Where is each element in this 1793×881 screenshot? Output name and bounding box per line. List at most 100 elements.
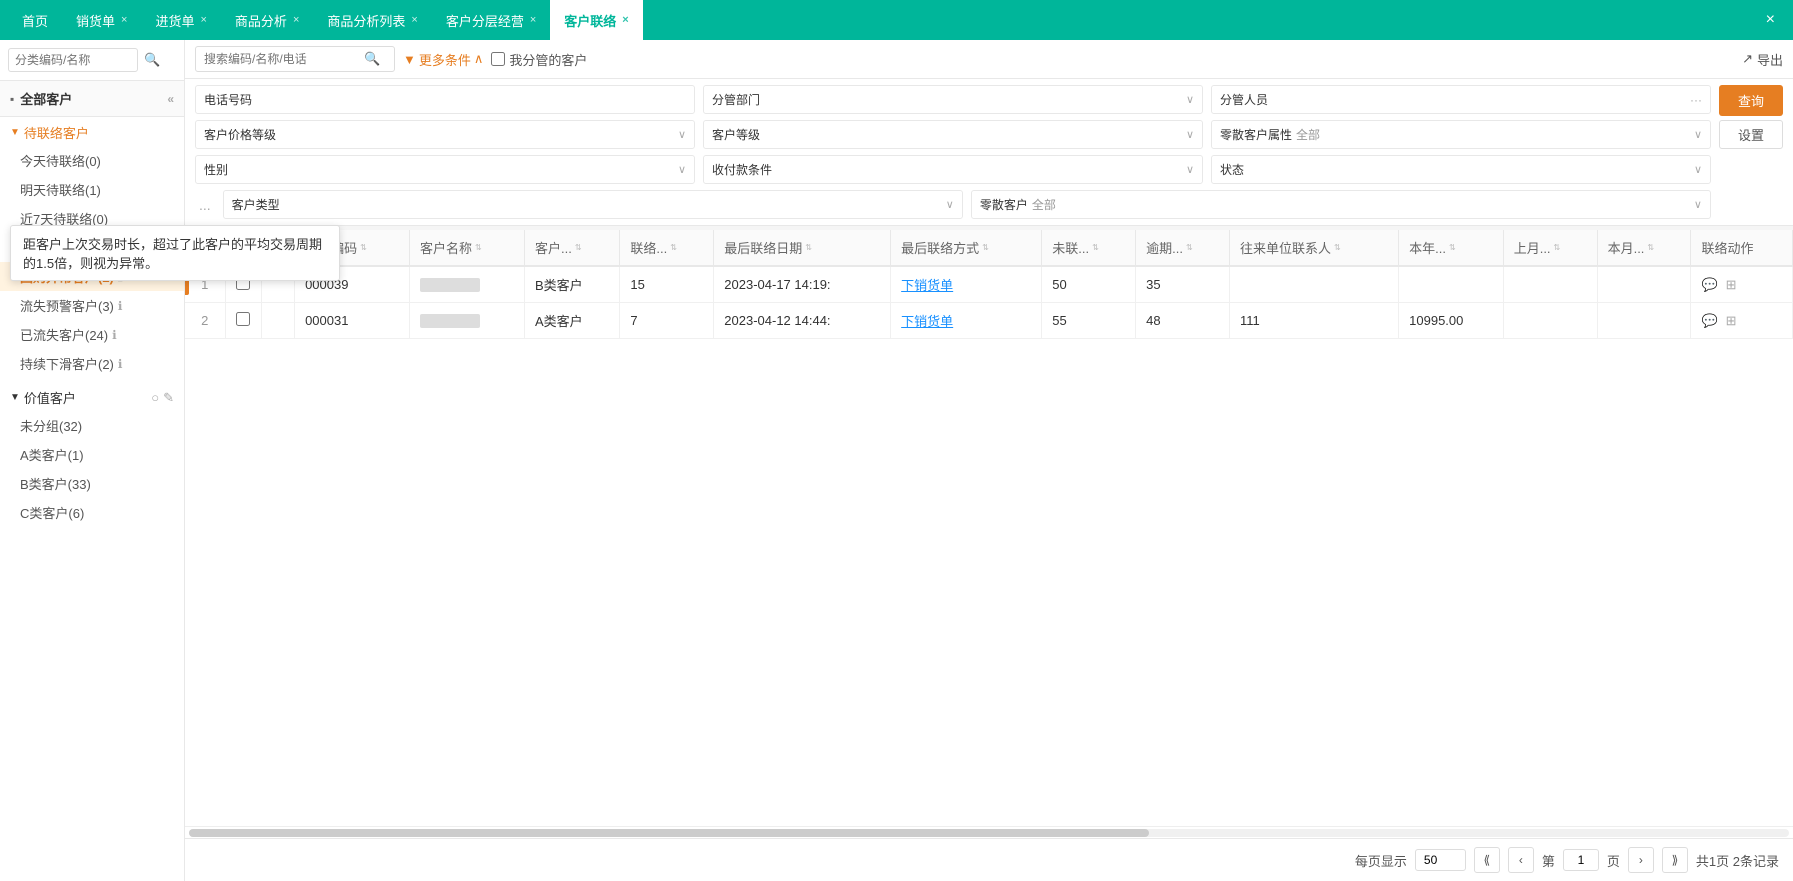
filter-price-level[interactable]: 客户价格等级 ∨: [195, 120, 695, 149]
filter-customer-level[interactable]: 客户等级 ∨: [703, 120, 1203, 149]
sidebar-group-pending[interactable]: ▼ 待联络客户: [0, 117, 184, 146]
row2-link[interactable]: 下销货单: [901, 314, 953, 329]
sidebar-search-input[interactable]: [8, 48, 138, 72]
filter-person[interactable]: 分管人员 ···: [1211, 85, 1711, 114]
filter-retail-attr[interactable]: 零散客户属性 全部 ∨: [1211, 120, 1711, 149]
horizontal-scrollbar[interactable]: [185, 826, 1793, 838]
contact-count-label: 联络...: [630, 238, 667, 257]
sidebar-item-class-c[interactable]: C类客户(6): [0, 498, 184, 527]
col-customer-name: 客户名称 ⇅: [410, 230, 525, 266]
product-analysis-list-tab-close[interactable]: ×: [411, 14, 417, 26]
filter-row-2: 客户价格等级 ∨ 客户等级 ∨ 零散客户属性 全部 ∨: [195, 120, 1711, 149]
row2-action-icons: 💬 ⊞: [1701, 313, 1782, 329]
page-number-input[interactable]: [1563, 849, 1599, 871]
filter-search-icon[interactable]: 🔍: [364, 51, 380, 67]
dept-dropdown-icon: ∨: [1186, 93, 1194, 106]
status-arrow: ∨: [1694, 163, 1702, 176]
group-arrow-icon: ▼: [10, 127, 20, 138]
row2-contact-count: 7: [620, 303, 714, 339]
sidebar-all-customers[interactable]: ▪ 全部客户 «: [0, 81, 184, 117]
product-analysis-tab-close[interactable]: ×: [293, 14, 299, 26]
sidebar-group2-value-customers[interactable]: ▼ 价值客户 ○ ✎: [0, 382, 184, 411]
export-btn[interactable]: ↗ 导出: [1742, 50, 1783, 69]
scrollbar-thumb[interactable]: [189, 829, 1149, 837]
col-overdue: 逾期... ⇅: [1136, 230, 1230, 266]
payment-arrow: ∨: [1186, 163, 1194, 176]
last-contact-date-sort-icon: ⇅: [805, 244, 812, 252]
row1-chat-icon[interactable]: 💬: [1701, 277, 1717, 293]
sidebar-item-tomorrow[interactable]: 明天待联络(1): [0, 175, 184, 204]
sidebar-item-class-b[interactable]: B类客户(33): [0, 469, 184, 498]
sales-tab-close[interactable]: ×: [121, 14, 127, 26]
lost-warning-info-icon[interactable]: ℹ: [118, 299, 123, 313]
query-button[interactable]: 查询: [1719, 85, 1783, 116]
window-close-button[interactable]: ×: [1756, 11, 1785, 29]
settings-button[interactable]: 设置: [1719, 120, 1783, 149]
product-analysis-tab-label: 商品分析: [235, 11, 287, 30]
next-page-btn[interactable]: ›: [1628, 847, 1654, 873]
my-customer-checkbox-area[interactable]: 我分管的客户: [491, 50, 587, 69]
sidebar-search-icon[interactable]: 🔍: [144, 52, 160, 68]
sidebar-item-lost-warning[interactable]: 流失预警客户(3) ℹ: [0, 291, 184, 320]
page-size-label: 每页显示: [1355, 851, 1407, 870]
nav-tab-product-analysis[interactable]: 商品分析 ×: [221, 0, 313, 40]
filter-payment[interactable]: 收付款条件 ∨: [703, 155, 1203, 184]
filter-search-box[interactable]: 🔍: [195, 46, 395, 72]
sidebar-item-class-a[interactable]: A类客户(1): [0, 440, 184, 469]
customer-contact-tab-close[interactable]: ×: [622, 14, 628, 26]
overdue-sort-icon: ⇅: [1186, 244, 1193, 252]
row1-link[interactable]: 下销货单: [901, 278, 953, 293]
row1-type: B类客户: [524, 266, 619, 303]
nav-tab-customer-tier[interactable]: 客户分层经营 ×: [432, 0, 550, 40]
filter-customer-type[interactable]: 客户类型 ∨: [223, 190, 963, 219]
purchase-tab-close[interactable]: ×: [200, 14, 206, 26]
sidebar-item-today[interactable]: 今天待联络(0): [0, 146, 184, 175]
customer-type-col-label: 客户...: [535, 238, 572, 257]
row2-checkbox-input[interactable]: [236, 312, 250, 326]
already-lost-info-icon[interactable]: ℹ: [112, 328, 117, 342]
nav-tab-customer-contact[interactable]: 客户联络 ×: [550, 0, 642, 40]
filter-gender[interactable]: 性别 ∨: [195, 155, 695, 184]
nav-tab-purchase[interactable]: 进货单 ×: [141, 0, 220, 40]
more-conditions-btn[interactable]: ▼ 更多条件 ∧: [403, 50, 483, 69]
my-customer-checkbox[interactable]: [491, 52, 505, 66]
customer-type-arrow: ∨: [946, 198, 954, 211]
first-page-btn[interactable]: ⟪: [1474, 847, 1500, 873]
sidebar-collapse-btn[interactable]: «: [167, 92, 174, 106]
group2-arrow-icon: ▼: [10, 392, 20, 403]
col-this-month: 本月... ⇅: [1597, 230, 1691, 266]
row2-this-month: [1597, 303, 1691, 339]
filter-search-input[interactable]: [204, 52, 364, 66]
last-page-btn[interactable]: ⟫: [1662, 847, 1688, 873]
prev-page-btn[interactable]: ‹: [1508, 847, 1534, 873]
row2-grid-icon[interactable]: ⊞: [1726, 313, 1737, 329]
customer-type-label: 客户类型: [232, 196, 280, 213]
group2-edit-icon[interactable]: ✎: [163, 390, 174, 406]
filter-dept[interactable]: 分管部门 ∨: [703, 85, 1203, 114]
page-size-select[interactable]: 50 10 20 100: [1415, 849, 1466, 871]
nav-tab-home[interactable]: 首页: [8, 0, 62, 40]
sidebar-item-already-lost[interactable]: 已流失客户(24) ℹ: [0, 320, 184, 349]
row1-last-contact-date: 2023-04-17 14:19:: [714, 266, 891, 303]
sidebar-item-ungroup[interactable]: 未分组(32): [0, 411, 184, 440]
filter-status[interactable]: 状态 ∨: [1211, 155, 1711, 184]
person-dots[interactable]: ···: [1690, 93, 1702, 107]
group2-circle-icon[interactable]: ○: [151, 390, 159, 406]
row2-chat-icon[interactable]: 💬: [1701, 313, 1717, 329]
filter-retail-customer[interactable]: 零散客户 全部 ∨: [971, 190, 1711, 219]
declining-info-icon[interactable]: ℹ: [118, 357, 123, 371]
filter-icon: ▼: [403, 52, 416, 67]
col-not-contacted: 未联... ⇅: [1042, 230, 1136, 266]
nav-tab-product-analysis-list[interactable]: 商品分析列表 ×: [313, 0, 431, 40]
nav-tab-sales[interactable]: 销货单 ×: [62, 0, 141, 40]
row2-unit-contact: 111: [1230, 303, 1399, 339]
col-contact-action: 联络动作: [1691, 230, 1793, 266]
row2-name-blur: [420, 314, 480, 328]
filter-dots[interactable]: ...: [195, 197, 215, 213]
customer-tier-tab-close[interactable]: ×: [530, 14, 536, 26]
row2-index: 2: [185, 303, 225, 339]
sidebar-item-declining[interactable]: 持续下滑客户(2) ℹ: [0, 349, 184, 378]
retail-customer-arrow: ∨: [1694, 198, 1702, 211]
row1-grid-icon[interactable]: ⊞: [1726, 277, 1737, 293]
filter-phone[interactable]: 电话号码: [195, 85, 695, 114]
